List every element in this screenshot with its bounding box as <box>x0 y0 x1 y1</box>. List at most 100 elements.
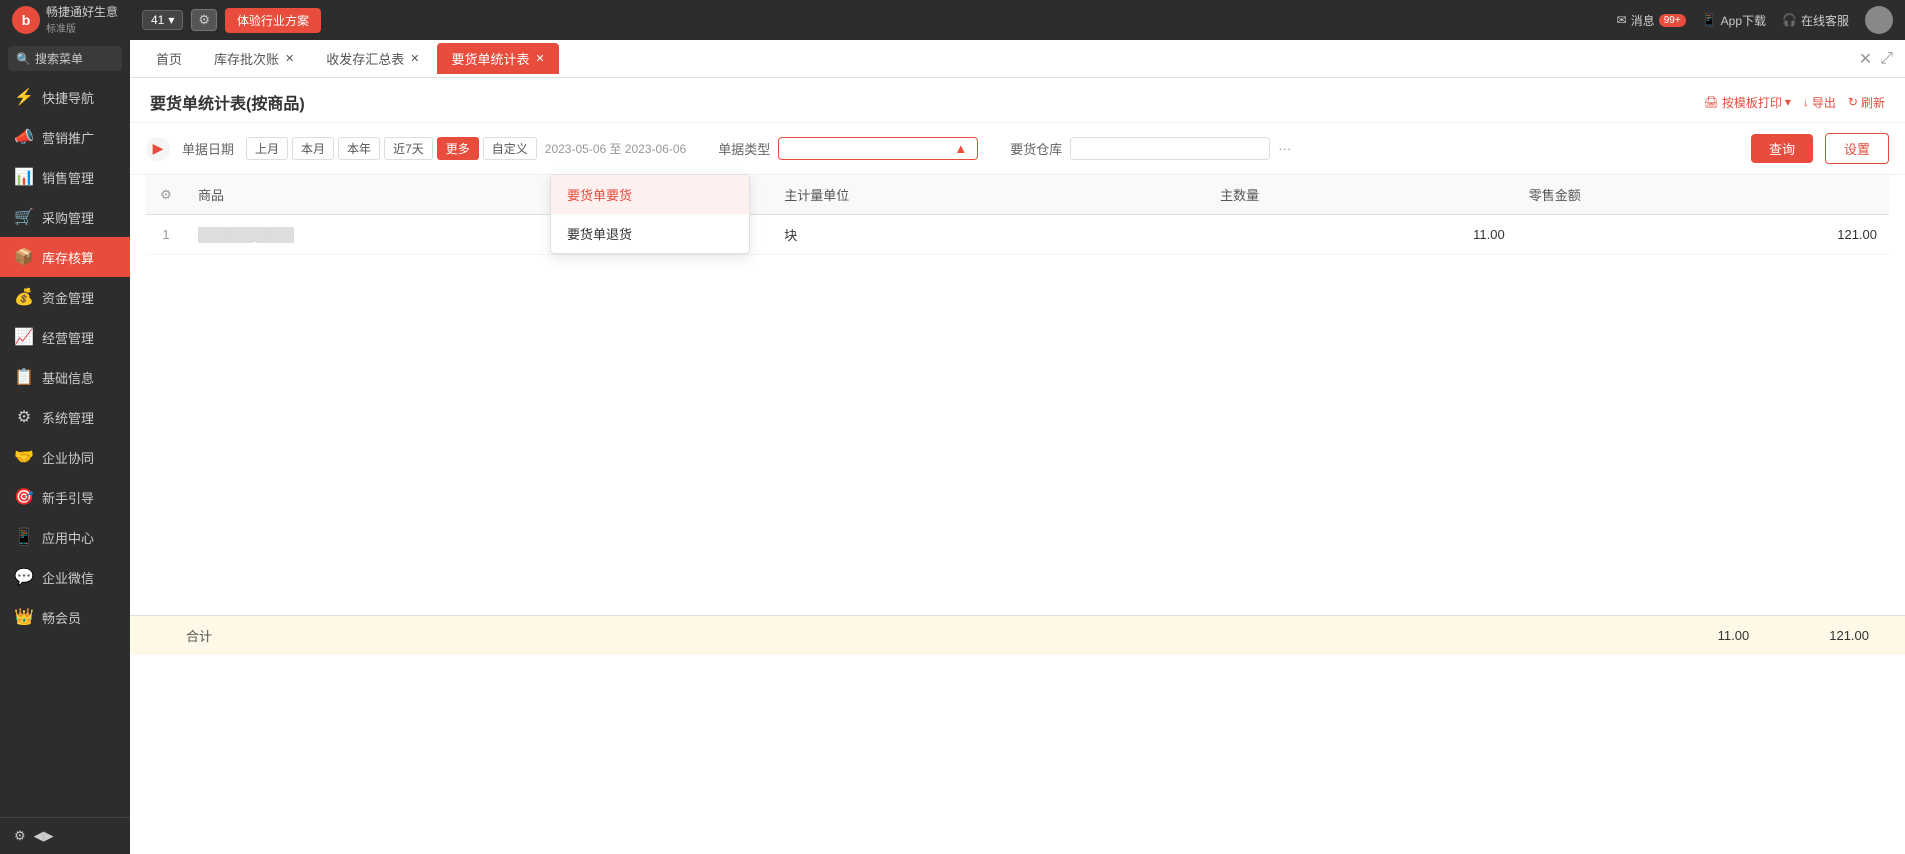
sidebar-label-marketing: 营销推广 <box>42 128 94 147</box>
cell-quantity: 11.00 <box>1208 215 1517 255</box>
empty-space <box>130 255 1905 615</box>
sidebar-item-purchase[interactable]: 🛒 采购管理 <box>0 197 130 237</box>
date-filter-group: 上月 本月 本年 近7天 更多 自定义 2023-05-06 至 2023-06… <box>246 137 686 160</box>
sidebar-item-marketing[interactable]: 📣 营销推广 <box>0 117 130 157</box>
tab-close-all-button[interactable]: ✕ <box>1859 49 1872 69</box>
tab-order-stat-label: 要货单统计表 <box>451 49 529 68</box>
tab-batch-accounts-label: 库存批次账 <box>214 49 279 68</box>
date-this-year-button[interactable]: 本年 <box>338 137 380 160</box>
warehouse-input[interactable] <box>1070 137 1270 160</box>
date-this-month-button[interactable]: 本月 <box>292 137 334 160</box>
summary-quantity: 11.00 <box>1718 628 1750 643</box>
table-row: 1 ██████ ████ 块 11.00 121.00 <box>146 215 1889 255</box>
filter-bar: ▶ 单据日期 上月 本月 本年 近7天 更多 自定义 2023-05-06 至 … <box>130 123 1905 175</box>
warehouse-filter-group: 要货仓库 ··· <box>1010 137 1739 160</box>
product-name-blurred: ██████ ████ <box>198 227 294 242</box>
handshake-icon: 🤝 <box>14 447 34 467</box>
logo-area: b 畅捷通好生意 标准版 <box>12 5 132 34</box>
crown-icon: 👑 <box>14 607 34 627</box>
trending-icon: 📈 <box>14 327 34 347</box>
sidebar-item-quick-nav[interactable]: ⚡ 快捷导航 <box>0 77 130 117</box>
tab-batch-accounts[interactable]: 库存批次账 ✕ <box>200 43 308 74</box>
app-logo-icon: b <box>12 6 40 34</box>
sidebar-item-enterprise[interactable]: 🤝 企业协同 <box>0 437 130 477</box>
store-gear-button[interactable]: ⚙ <box>191 9 217 31</box>
clipboard-icon: 📋 <box>14 367 34 387</box>
store-name: 41 <box>151 13 164 27</box>
dropdown-item-return-order[interactable]: 要货单退货 <box>551 214 749 253</box>
summary-amount: 121.00 <box>1829 628 1869 643</box>
col-header-settings[interactable]: ⚙ <box>146 175 186 215</box>
tab-order-stat-close[interactable]: ✕ <box>536 52 545 65</box>
sidebar-item-member[interactable]: 👑 畅会员 <box>0 597 130 637</box>
sidebar-label-member: 畅会员 <box>42 608 81 627</box>
collapse-icon[interactable]: ◀▶ <box>34 828 54 844</box>
sidebar-label-inventory: 库存核算 <box>42 248 94 267</box>
filter-more-dots-button[interactable]: ··· <box>1278 141 1291 156</box>
message-icon: ✉ <box>1617 13 1627 27</box>
cell-amount: 121.00 <box>1517 215 1889 255</box>
header-right: ✉ 消息 99+ 📱 App下载 🎧 在线客服 <box>1617 6 1893 34</box>
message-label: 消息 <box>1631 12 1655 29</box>
wechat-icon: 💬 <box>14 567 34 587</box>
tab-bar: 首页 库存批次账 ✕ 收发存汇总表 ✕ 要货单统计表 ✕ ✕ ⤢ <box>130 40 1905 78</box>
sidebar-item-app-center[interactable]: 📱 应用中心 <box>0 517 130 557</box>
sidebar-item-search[interactable]: 🔍 搜索菜单 <box>8 46 122 71</box>
date-more-button[interactable]: 更多 <box>437 137 479 160</box>
tab-batch-accounts-close[interactable]: ✕ <box>285 52 294 65</box>
message-button[interactable]: ✉ 消息 99+ <box>1617 12 1686 29</box>
warehouse-filter-label: 要货仓库 <box>1010 139 1062 158</box>
target-icon: 🎯 <box>14 487 34 507</box>
settings-bottom-icon[interactable]: ⚙ <box>14 828 26 844</box>
table-settings-icon[interactable]: ⚙ <box>160 187 172 202</box>
cell-unit: 块 <box>772 215 1208 255</box>
print-icon: 🖨 <box>1704 95 1719 109</box>
sidebar-item-finance[interactable]: 💰 资金管理 <box>0 277 130 317</box>
online-service-button[interactable]: 🎧 在线客服 <box>1782 12 1849 29</box>
tab-home[interactable]: 首页 <box>142 43 196 74</box>
date-last-month-button[interactable]: 上月 <box>246 137 288 160</box>
tab-recv-summary-close[interactable]: ✕ <box>410 52 419 65</box>
sidebar-item-guide[interactable]: 🎯 新手引导 <box>0 477 130 517</box>
sidebar-item-wechat[interactable]: 💬 企业微信 <box>0 557 130 597</box>
industry-button[interactable]: 体验行业方案 <box>225 8 321 33</box>
store-selector[interactable]: 41 ▾ <box>142 10 183 30</box>
sidebar-label-wechat: 企业微信 <box>42 568 94 587</box>
col-header-quantity: 主数量 <box>1208 175 1517 215</box>
sidebar-label-finance: 资金管理 <box>42 288 94 307</box>
headset-icon: 🎧 <box>1782 13 1797 27</box>
sidebar-label-purchase: 采购管理 <box>42 208 94 227</box>
avatar[interactable] <box>1865 6 1893 34</box>
sidebar-item-basic[interactable]: 📋 基础信息 <box>0 357 130 397</box>
sidebar-item-operation[interactable]: 📈 经营管理 <box>0 317 130 357</box>
sidebar: 🔍 搜索菜单 ⚡ 快捷导航 📣 营销推广 📊 销售管理 🛒 采购管理 📦 库存核… <box>0 40 130 854</box>
filter-settings-button[interactable]: 设置 <box>1825 133 1889 164</box>
refresh-button[interactable]: ↻ 刷新 <box>1848 94 1885 111</box>
export-button[interactable]: ↓ 导出 <box>1803 94 1836 111</box>
type-select-box[interactable]: ▲ <box>778 137 978 160</box>
sidebar-label-operation: 经营管理 <box>42 328 94 347</box>
date-last-7days-button[interactable]: 近7天 <box>384 137 433 160</box>
tab-order-stat[interactable]: 要货单统计表 ✕ <box>437 43 558 74</box>
query-button[interactable]: 查询 <box>1751 134 1813 163</box>
tab-recv-summary-label: 收发存汇总表 <box>326 49 404 68</box>
header-middle: 41 ▾ ⚙ 体验行业方案 <box>142 8 1607 33</box>
col-header-amount: 零售金额 <box>1517 175 1889 215</box>
app-download-label: App下载 <box>1721 12 1766 29</box>
type-filter-label: 单据类型 <box>718 139 770 158</box>
data-table: ⚙ 商品 主计量单位 主数量 零售金额 1 <box>146 175 1889 255</box>
app-download-button[interactable]: 📱 App下载 <box>1702 12 1766 29</box>
summary-row: 合计 11.00 121.00 <box>130 615 1905 655</box>
sidebar-item-sales[interactable]: 📊 销售管理 <box>0 157 130 197</box>
sidebar-item-system[interactable]: ⚙ 系统管理 <box>0 397 130 437</box>
date-custom-button[interactable]: 自定义 <box>483 137 537 160</box>
sidebar-item-inventory[interactable]: 📦 库存核算 <box>0 237 130 277</box>
print-template-button[interactable]: 🖨 按模板打印 ▾ <box>1704 94 1791 111</box>
main-layout: 🔍 搜索菜单 ⚡ 快捷导航 📣 营销推广 📊 销售管理 🛒 采购管理 📦 库存核… <box>0 40 1905 854</box>
filter-expand-button[interactable]: ▶ <box>146 137 170 161</box>
dropdown-item-purchase-order[interactable]: 要货单要货 <box>551 175 749 214</box>
tab-expand-button[interactable]: ⤢ <box>1880 50 1893 68</box>
search-icon: 🔍 <box>16 52 31 66</box>
tab-recv-summary[interactable]: 收发存汇总表 ✕ <box>312 43 433 74</box>
lightning-icon: ⚡ <box>14 87 34 107</box>
